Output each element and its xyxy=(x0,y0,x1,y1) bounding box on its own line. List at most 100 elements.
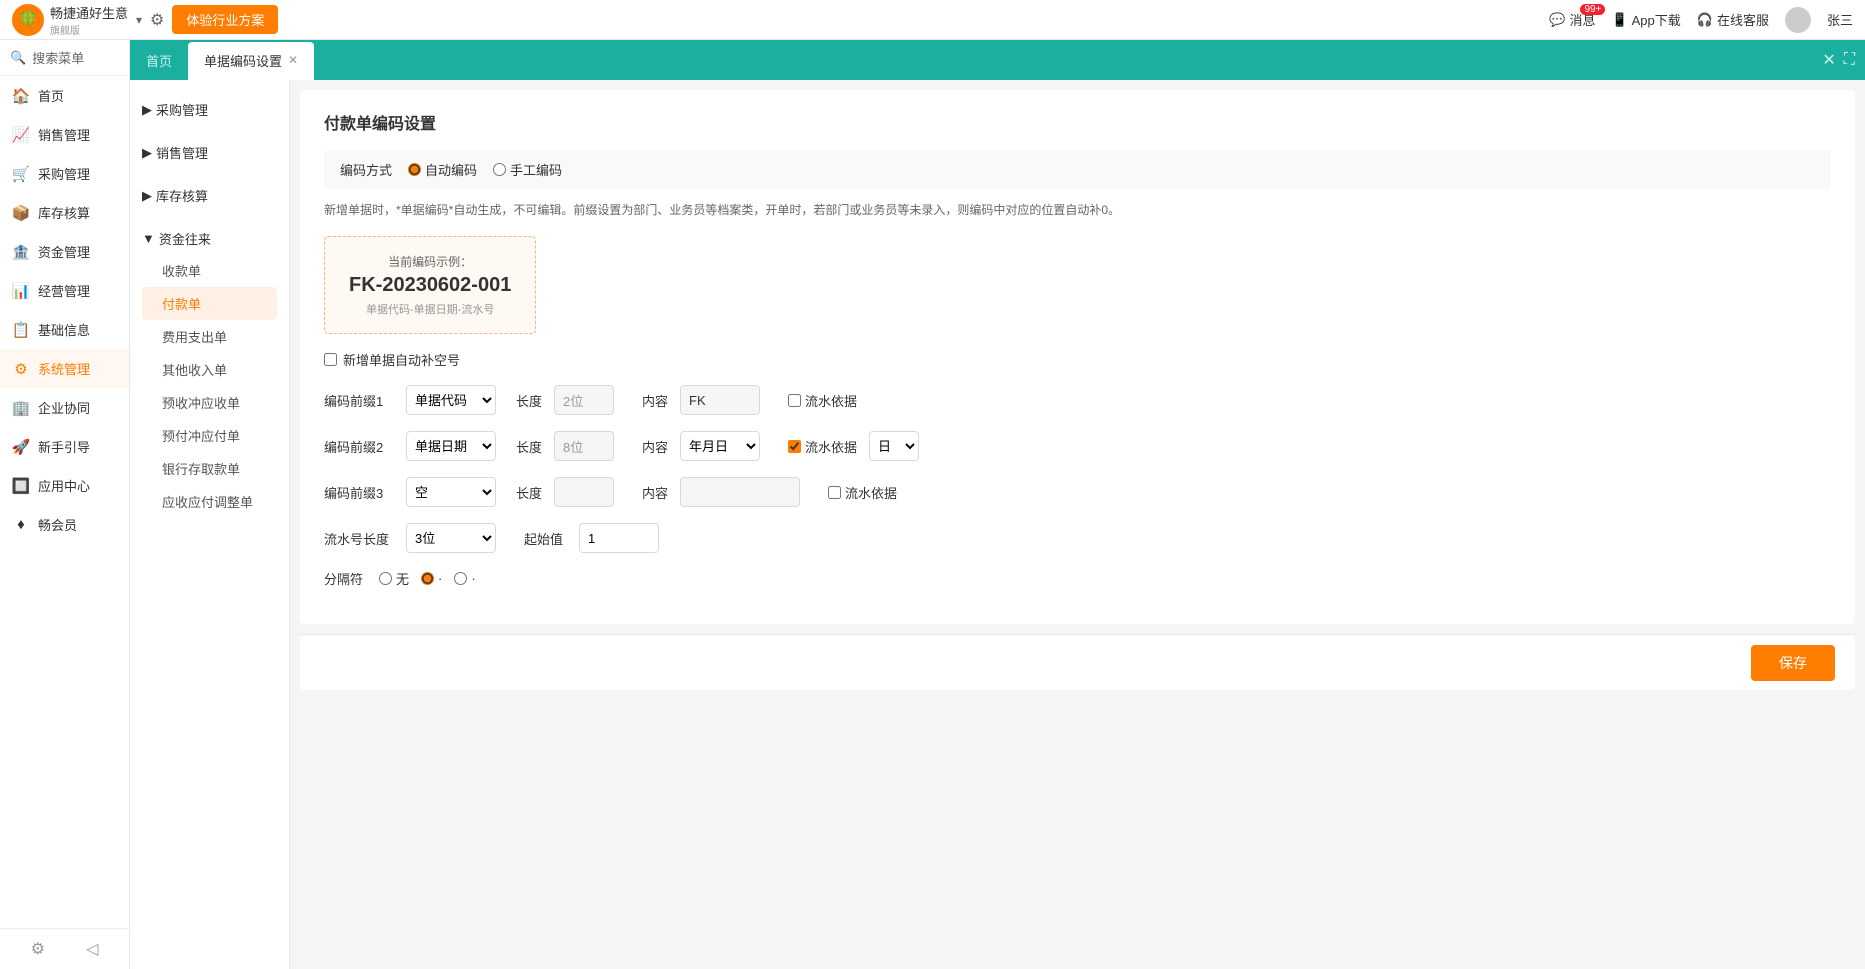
serial-3-checkbox[interactable] xyxy=(828,486,841,499)
inventory-icon: 📦 xyxy=(12,204,30,222)
logo-icon: 🍀 xyxy=(12,4,44,36)
industry-btn[interactable]: 体验行业方案 xyxy=(172,5,278,34)
encoding-radio-group: 自动编码 手工编码 xyxy=(408,160,562,179)
topbar-dropdown[interactable]: ▾ xyxy=(136,13,142,27)
sub-sidebar-item-expense[interactable]: 费用支出单 xyxy=(142,320,277,353)
manual-encode-radio[interactable] xyxy=(493,163,506,176)
auto-encode-radio[interactable] xyxy=(408,163,421,176)
auto-encode-option[interactable]: 自动编码 xyxy=(408,160,477,179)
operations-icon: 📊 xyxy=(12,282,30,300)
sep-dot-option[interactable]: · xyxy=(421,571,442,586)
sub-sidebar-inventory-toggle[interactable]: ▶ 库存核算 xyxy=(142,180,277,211)
sidebar-item-home[interactable]: 🏠 首页 xyxy=(0,76,129,115)
settings-icon[interactable]: ⚙ xyxy=(31,939,45,959)
manual-encode-label: 手工编码 xyxy=(510,160,562,179)
serial-3-check[interactable]: 流水依据 xyxy=(828,483,897,502)
sidebar-item-label: 资金管理 xyxy=(38,242,90,261)
message-btn[interactable]: 💬 消息 99+ xyxy=(1549,10,1595,29)
sidebar-item-basic[interactable]: 📋 基础信息 xyxy=(0,310,129,349)
sub-sidebar-purchase-label: 采购管理 xyxy=(156,100,208,119)
dropdown-arrow-icon: ▾ xyxy=(136,13,142,27)
sidebar-item-guide[interactable]: 🚀 新手引导 xyxy=(0,427,129,466)
save-button[interactable]: 保存 xyxy=(1751,645,1835,681)
sub-sidebar-sales-toggle[interactable]: ▶ 销售管理 xyxy=(142,137,277,168)
sidebar-item-system[interactable]: ⚙ 系统管理 xyxy=(0,349,129,388)
expand-window-icon[interactable]: ⛶ xyxy=(1844,51,1855,69)
prefix-1-select[interactable]: 单据代码 部门 业务员 xyxy=(406,385,496,415)
sidebar-item-label: 企业协同 xyxy=(38,398,90,417)
sidebar-item-inventory[interactable]: 📦 库存核算 xyxy=(0,193,129,232)
manual-encode-option[interactable]: 手工编码 xyxy=(493,160,562,179)
length-2-display: 8位 xyxy=(554,431,614,461)
serial-2-checkbox[interactable] xyxy=(788,440,801,453)
topbar-left: 🍀 畅捷通好生意 旗舰版 ▾ ⚙ 体验行业方案 xyxy=(12,3,278,37)
sub-sidebar-item-other-income[interactable]: 其他收入单 xyxy=(142,353,277,386)
sub-sidebar-item-receivables-adjust[interactable]: 应收应付调整单 xyxy=(142,485,277,518)
collapse-icon[interactable]: ◁ xyxy=(86,939,98,959)
sidebar-item-label: 系统管理 xyxy=(38,359,90,378)
sep-none-radio[interactable] xyxy=(379,572,392,585)
code-example-value: FK-20230602-001 xyxy=(349,274,511,297)
sidebar-search[interactable]: 🔍 搜索菜单 xyxy=(0,40,129,76)
sub-sidebar-capital-label: 资金往来 xyxy=(159,229,211,248)
user-avatar[interactable] xyxy=(1785,7,1811,33)
sub-sidebar-item-prepay-receive[interactable]: 预收冲应收单 xyxy=(142,386,277,419)
serial-1-check[interactable]: 流水依据 xyxy=(788,391,857,410)
serial-1-checkbox[interactable] xyxy=(788,394,801,407)
service-icon: 🎧 xyxy=(1697,12,1713,28)
content-2-select[interactable]: 年月日 年月 年 xyxy=(680,431,760,461)
page-body: 付款单编码设置 编码方式 自动编码 手工编码 xyxy=(290,80,1865,969)
sep-dash-option[interactable]: · xyxy=(454,571,475,586)
separator-radio-group: 无 · · xyxy=(379,569,476,588)
online-service-btn[interactable]: 🎧 在线客服 xyxy=(1697,10,1769,29)
sub-sidebar-item-payment[interactable]: 付款单 xyxy=(142,287,277,320)
tab-doc-encoding[interactable]: 单据编码设置 ✕ xyxy=(188,42,314,82)
guide-icon: 🚀 xyxy=(12,438,30,456)
sep-dot-radio[interactable] xyxy=(421,572,434,585)
topbar-gear-icon[interactable]: ⚙ xyxy=(150,10,164,30)
main-layout: 🔍 搜索菜单 🏠 首页 📈 销售管理 🛒 采购管理 📦 库存核算 🏦 资金管理 … xyxy=(0,40,1865,969)
sub-sidebar-item-receipt[interactable]: 收款单 xyxy=(142,254,277,287)
prefix-2-select[interactable]: 单据日期 部门 业务员 xyxy=(406,431,496,461)
prefix-3-select[interactable]: 空 部门 业务员 xyxy=(406,477,496,507)
sidebar-item-member[interactable]: ♦ 畅会员 xyxy=(0,505,129,544)
sub-sidebar-purchase-toggle[interactable]: ▶ 采购管理 xyxy=(142,94,277,125)
sidebar-item-label: 经营管理 xyxy=(38,281,90,300)
sidebar-item-finance[interactable]: 🏦 资金管理 xyxy=(0,232,129,271)
serial-2-check[interactable]: 流水依据 xyxy=(788,437,857,456)
start-value-input[interactable] xyxy=(579,523,659,553)
sub-sidebar-capital-toggle[interactable]: ▼ 资金往来 xyxy=(142,223,277,254)
serial-2-unit-select[interactable]: 日 月 年 xyxy=(869,431,919,461)
sidebar-item-apps[interactable]: 🔲 应用中心 xyxy=(0,466,129,505)
topbar-right: 💬 消息 99+ 📱 App下载 🎧 在线客服 张三 xyxy=(1549,7,1853,33)
prefix-row-1: 编码前缀1 单据代码 部门 业务员 长度 2位 内容 FK 流水依据 xyxy=(324,385,1831,415)
tabbar: 首页 单据编码设置 ✕ ✕ ⛶ xyxy=(130,40,1865,80)
message-icon: 💬 xyxy=(1549,12,1565,28)
tab-home[interactable]: 首页 xyxy=(130,40,188,80)
tab-close-icon[interactable]: ✕ xyxy=(288,53,298,67)
sidebar-item-operations[interactable]: 📊 经营管理 xyxy=(0,271,129,310)
app-label: App下载 xyxy=(1632,10,1681,29)
sub-sidebar-item-prepay-pay[interactable]: 预付冲应付单 xyxy=(142,419,277,452)
finance-icon: 🏦 xyxy=(12,243,30,261)
app-download-btn[interactable]: 📱 App下载 xyxy=(1611,10,1680,29)
sidebar-item-enterprise[interactable]: 🏢 企业协同 xyxy=(0,388,129,427)
basic-icon: 📋 xyxy=(12,321,30,339)
serial-length-select[interactable]: 3位 4位 5位 xyxy=(406,523,496,553)
sidebar-item-sales[interactable]: 📈 销售管理 xyxy=(0,115,129,154)
sub-sidebar-group-capital: ▼ 资金往来 收款单 付款单 费用支出单 其他收入单 预收冲应收单 预付冲应付单… xyxy=(130,217,289,524)
sep-dash-radio[interactable] xyxy=(454,572,467,585)
sep-none-option[interactable]: 无 xyxy=(379,569,409,588)
sidebar-item-label: 销售管理 xyxy=(38,125,90,144)
sub-sidebar-item-bank-deposit[interactable]: 银行存取款单 xyxy=(142,452,277,485)
auto-fill-checkbox[interactable] xyxy=(324,353,337,366)
inventory-arrow-icon: ▶ xyxy=(142,188,152,204)
auto-encode-label: 自动编码 xyxy=(425,160,477,179)
message-badge: 99+ xyxy=(1580,4,1605,15)
serial-1-label: 流水依据 xyxy=(805,391,857,410)
tabbar-actions: ✕ ⛶ xyxy=(1812,50,1865,70)
app-icon: 📱 xyxy=(1611,12,1627,28)
separator-section: 分隔符 无 · · xyxy=(324,569,1831,588)
sidebar-item-purchase[interactable]: 🛒 采购管理 xyxy=(0,154,129,193)
close-window-icon[interactable]: ✕ xyxy=(1822,50,1835,70)
